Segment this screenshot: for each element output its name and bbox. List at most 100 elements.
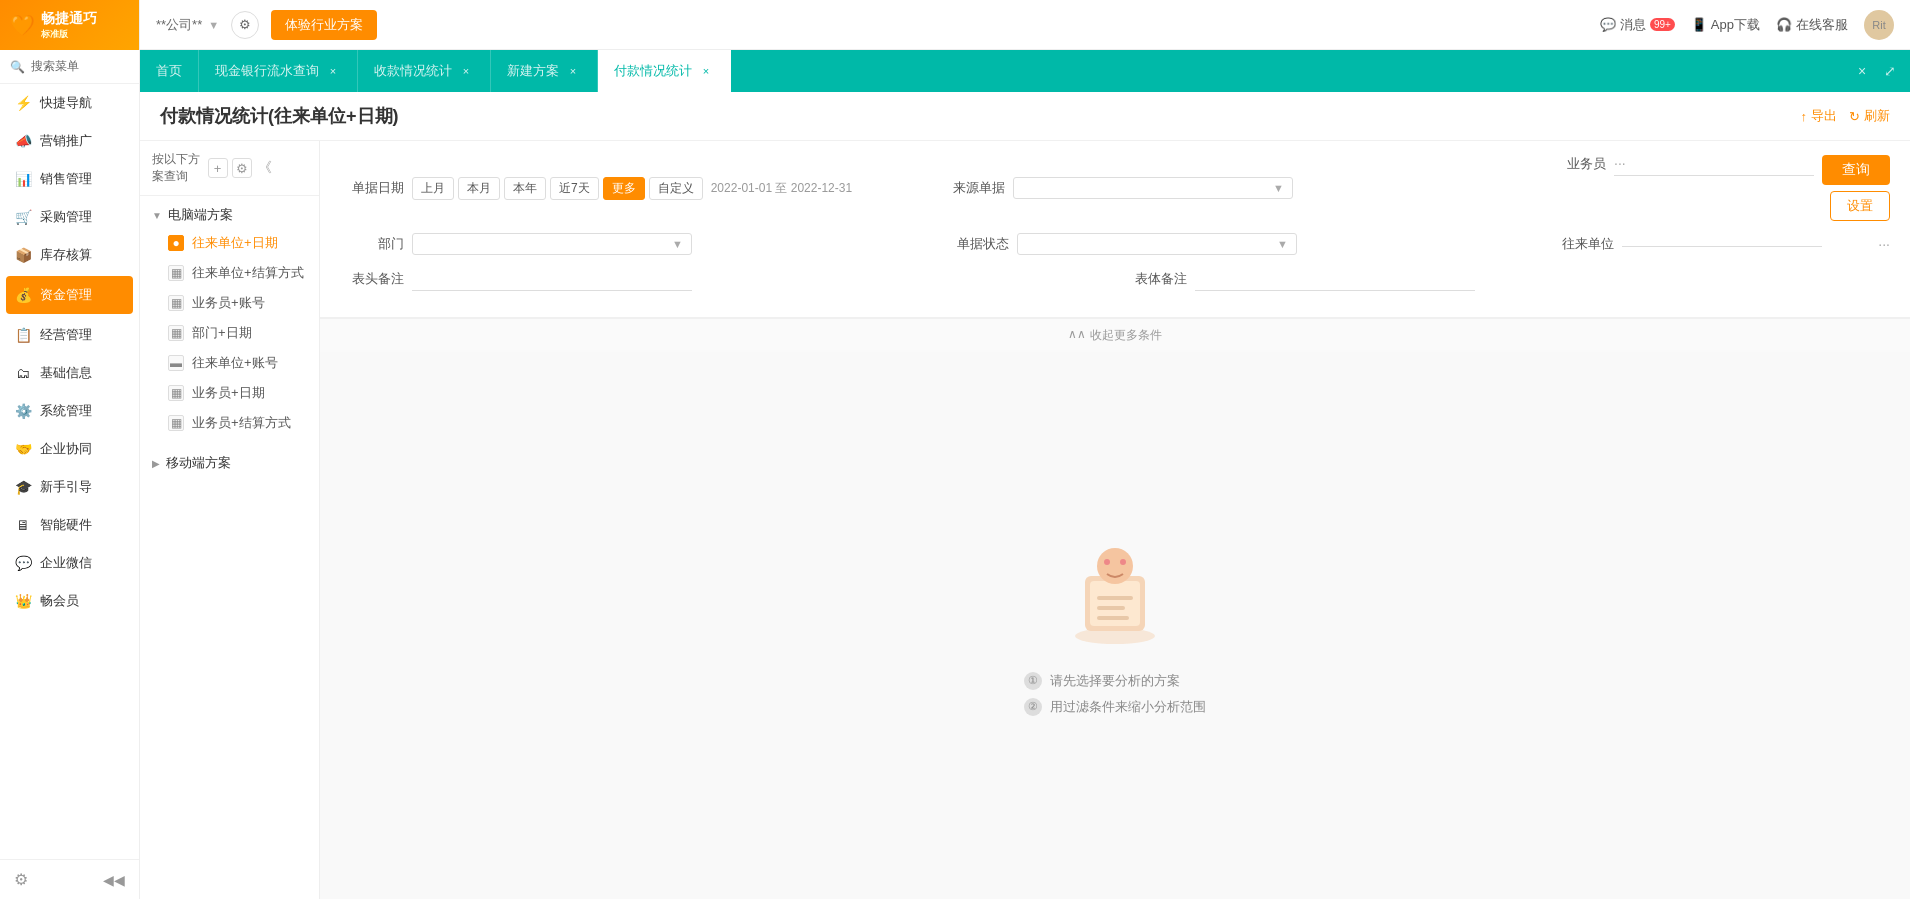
main-area: **公司** ▼ ⚙ 体验行业方案 💬 消息 99+ 📱 App下载 🎧 在线客… (140, 0, 1910, 899)
table-body-note-input[interactable] (1195, 267, 1475, 291)
empty-tip-2: ② 用过滤条件来缩小分析范围 (1024, 698, 1206, 716)
tab-collection-close[interactable]: × (458, 63, 474, 79)
scheme-desktop-header[interactable]: ▼ 电脑端方案 (140, 202, 319, 228)
scheme-settings-btn[interactable]: ⚙ (232, 158, 252, 178)
date-opt-more[interactable]: 更多 (603, 177, 645, 200)
weixin-icon: 💬 (14, 554, 32, 572)
enterprise-icon: 🤝 (14, 440, 32, 458)
sidebar-item-finance[interactable]: 💰 资金管理 (6, 276, 133, 314)
search-icon: 🔍 (10, 60, 25, 74)
salesman-more-btn[interactable]: ··· (1614, 155, 1626, 171)
sidebar-item-guide[interactable]: 🎓 新手引导 (0, 468, 139, 506)
sidebar-item-vip[interactable]: 👑 畅会员 (0, 582, 139, 620)
date-options: 上月 本月 本年 近7天 更多 自定义 2022-01-01 至 2022-12… (412, 177, 852, 200)
partner-filter-col: 往来单位 ··· (1550, 235, 1890, 253)
settings-btn[interactable]: 设置 (1830, 191, 1890, 221)
date-opt-this-year[interactable]: 本年 (504, 177, 546, 200)
finance-icon: 💰 (14, 286, 32, 304)
scheme-icon-0: ● (168, 235, 184, 251)
sidebar-item-hardware[interactable]: 🖥 智能硬件 (0, 506, 139, 544)
partner-more-btn[interactable]: ··· (1878, 236, 1890, 252)
action-btns: 查询 设置 (1822, 155, 1890, 221)
sidebar-item-weixin[interactable]: 💬 企业微信 (0, 544, 139, 582)
date-opt-last-month[interactable]: 上月 (412, 177, 454, 200)
topbar-settings-btn[interactable]: ⚙ (231, 11, 259, 39)
topbar-msg-btn[interactable]: 💬 消息 99+ (1600, 16, 1675, 34)
table-header-note-input[interactable] (412, 267, 692, 291)
partner-label: 往来单位 (1550, 235, 1614, 253)
sidebar-search-btn[interactable]: 🔍 搜索菜单 (0, 50, 139, 84)
inventory-icon: 📦 (14, 246, 32, 264)
salesman-label: 业务员 (1542, 155, 1606, 173)
tab-new-scheme[interactable]: 新建方案 × (491, 50, 598, 92)
scheme-item-salesman-account[interactable]: ▦ 业务员+账号 (140, 288, 319, 318)
date-opt-7days[interactable]: 近7天 (550, 177, 599, 200)
export-icon: ↑ (1801, 109, 1808, 124)
scheme-mobile-header[interactable]: ▶ 移动端方案 (140, 450, 319, 476)
table-header-note-col: 表头备注 (340, 267, 1107, 291)
export-btn[interactable]: ↑ 导出 (1801, 107, 1838, 125)
scheme-add-btn[interactable]: + (208, 158, 228, 178)
table-body-note-label: 表体备注 (1123, 270, 1187, 288)
scheme-item-partner-settlement[interactable]: ▦ 往来单位+结算方式 (140, 258, 319, 288)
topbar-service-btn[interactable]: 🎧 在线客服 (1776, 16, 1848, 34)
scheme-item-partner-date[interactable]: ● 往来单位+日期 (140, 228, 319, 258)
tab-expand-btn[interactable]: ⤢ (1878, 59, 1902, 83)
topbar-app-download-btn[interactable]: 📱 App下载 (1691, 16, 1760, 34)
avatar[interactable]: Rit (1864, 10, 1894, 40)
source-select[interactable]: ▼ (1013, 177, 1293, 199)
tabbar-controls: × ⤢ (1842, 50, 1910, 92)
scheme-item-salesman-date[interactable]: ▦ 业务员+日期 (140, 378, 319, 408)
tab-payment-close[interactable]: × (698, 63, 714, 79)
dept-select[interactable]: ▼ (412, 233, 692, 255)
scheme-collapse-btn[interactable]: 《 (258, 159, 308, 177)
sidebar-item-quick-nav[interactable]: ⚡ 快捷导航 (0, 84, 139, 122)
company-chevron-icon[interactable]: ▼ (208, 19, 219, 31)
purchase-icon: 🛒 (14, 208, 32, 226)
sidebar-item-enterprise[interactable]: 🤝 企业协同 (0, 430, 139, 468)
scheme-mobile-group: ▶ 移动端方案 (140, 444, 319, 482)
tab-new-scheme-close[interactable]: × (565, 63, 581, 79)
system-icon: ⚙️ (14, 402, 32, 420)
sidebar-item-sales[interactable]: 📊 销售管理 (0, 160, 139, 198)
sidebar-collapse-icon[interactable]: ◀◀ (103, 872, 125, 888)
msg-badge: 99+ (1650, 18, 1675, 31)
vip-icon: 👑 (14, 592, 32, 610)
voucher-status-label: 单据状态 (945, 235, 1009, 253)
filter-area: 单据日期 上月 本月 本年 近7天 更多 自定义 2022-01-01 至 20… (320, 141, 1910, 899)
sidebar-item-system[interactable]: ⚙️ 系统管理 (0, 392, 139, 430)
dept-label: 部门 (340, 235, 404, 253)
marketing-icon: 📣 (14, 132, 32, 150)
date-label: 单据日期 (340, 179, 404, 197)
tabbar: 首页 现金银行流水查询 × 收款情况统计 × 新建方案 × 付款情况统计 × ×… (140, 50, 1910, 92)
scheme-icon-5: ▦ (168, 385, 184, 401)
scheme-item-salesman-settlement[interactable]: ▦ 业务员+结算方式 (140, 408, 319, 438)
tab-bank-flow-close[interactable]: × (325, 63, 341, 79)
query-btn[interactable]: 查询 (1822, 155, 1890, 185)
sidebar-item-inventory[interactable]: 📦 库存核算 (0, 236, 139, 274)
sidebar-item-marketing[interactable]: 📣 营销推广 (0, 122, 139, 160)
voucher-status-select[interactable]: ▼ (1017, 233, 1297, 255)
tab-bank-flow[interactable]: 现金银行流水查询 × (199, 50, 358, 92)
scheme-item-partner-account[interactable]: ▬ 往来单位+账号 (140, 348, 319, 378)
date-opt-this-month[interactable]: 本月 (458, 177, 500, 200)
empty-tip-1: ① 请先选择要分析的方案 (1024, 672, 1206, 690)
svg-rect-6 (1097, 596, 1133, 600)
trial-btn[interactable]: 体验行业方案 (271, 10, 377, 40)
collapse-bar[interactable]: ∧∧ 收起更多条件 (320, 318, 1910, 352)
operation-icon: 📋 (14, 326, 32, 344)
tab-payment[interactable]: 付款情况统计 × (598, 50, 731, 92)
tab-close-all-btn[interactable]: × (1850, 59, 1874, 83)
sidebar-item-operation[interactable]: 📋 经营管理 (0, 316, 139, 354)
sidebar-item-purchase[interactable]: 🛒 采购管理 (0, 198, 139, 236)
scheme-desktop-group: ▼ 电脑端方案 ● 往来单位+日期 ▦ 往来单位+结算方式 ▦ 业务员+账号 (140, 196, 319, 444)
refresh-btn[interactable]: ↻ 刷新 (1849, 107, 1890, 125)
salesman-filter-col: 业务员 ··· 查询 设置 (1542, 155, 1890, 221)
sidebar-settings-icon[interactable]: ⚙ (14, 870, 28, 889)
sidebar-item-basic[interactable]: 🗂 基础信息 (0, 354, 139, 392)
voucher-status-chevron-icon: ▼ (1277, 238, 1288, 250)
date-opt-custom[interactable]: 自定义 (649, 177, 703, 200)
scheme-item-dept-date[interactable]: ▦ 部门+日期 (140, 318, 319, 348)
tab-collection[interactable]: 收款情况统计 × (358, 50, 491, 92)
tab-home[interactable]: 首页 (140, 50, 199, 92)
